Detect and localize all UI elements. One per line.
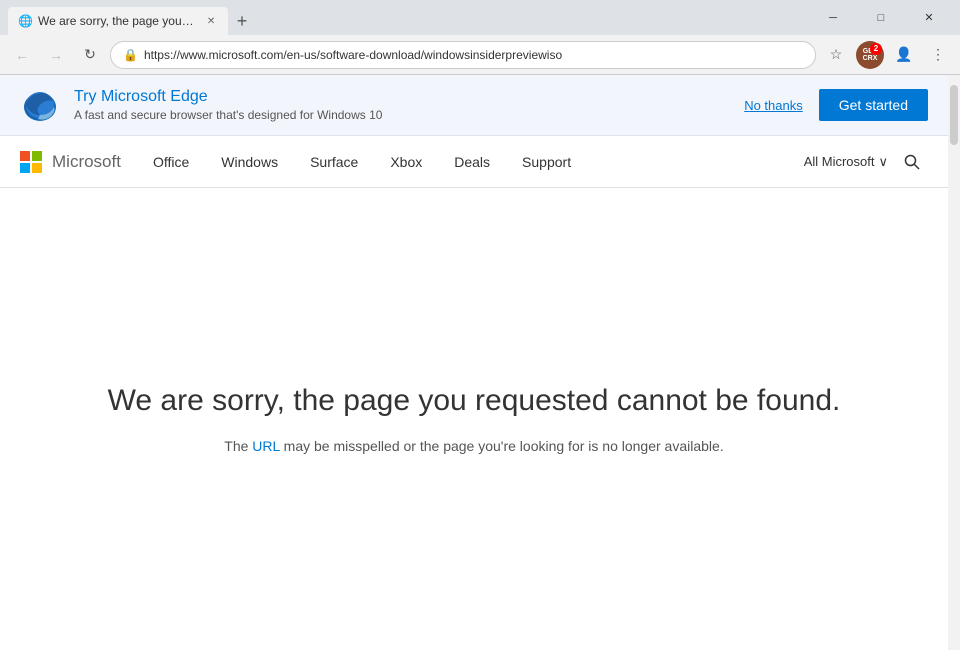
active-tab[interactable]: 🌐 We are sorry, the page you requ... ✕	[8, 7, 228, 35]
refresh-button[interactable]: ↻	[76, 41, 104, 69]
edge-promo-banner: Try Microsoft Edge A fast and secure bro…	[0, 75, 948, 136]
lock-icon: 🔒	[123, 48, 138, 62]
close-button[interactable]: ✕	[906, 0, 952, 35]
error-subtext-suffix: may be misspelled or the page you're loo…	[280, 438, 724, 454]
scrollbar-thumb[interactable]	[950, 85, 958, 145]
chevron-down-icon: ∨	[878, 154, 888, 170]
ms-logo-grid	[20, 151, 42, 173]
back-button[interactable]: ←	[8, 41, 36, 69]
new-tab-button[interactable]: +	[228, 7, 256, 35]
microsoft-logo-text: Microsoft	[52, 152, 121, 172]
tab-close-button[interactable]: ✕	[204, 13, 218, 29]
maximize-button[interactable]: □	[858, 0, 904, 35]
address-bar: ← → ↻ 🔒 https://www.microsoft.com/en-us/…	[0, 35, 960, 75]
logo-green	[32, 151, 42, 161]
all-microsoft-button[interactable]: All Microsoft ∨	[804, 154, 888, 170]
logo-red	[20, 151, 30, 161]
nav-item-deals[interactable]: Deals	[438, 136, 506, 188]
search-button[interactable]	[896, 146, 928, 178]
url-bar[interactable]: 🔒 https://www.microsoft.com/en-us/softwa…	[110, 41, 816, 69]
microsoft-nav: Microsoft Office Windows Surface Xbox De…	[0, 136, 948, 188]
scrollbar-track[interactable]	[948, 75, 960, 650]
nav-item-windows[interactable]: Windows	[205, 136, 294, 188]
tab-favicon: 🌐	[18, 14, 32, 28]
error-heading: We are sorry, the page you requested can…	[108, 384, 841, 418]
error-url-word: URL	[252, 438, 280, 454]
microsoft-logo[interactable]: Microsoft	[20, 151, 121, 173]
browser-window: 🌐 We are sorry, the page you requ... ✕ +…	[0, 0, 960, 650]
forward-button[interactable]: →	[42, 41, 70, 69]
menu-button[interactable]: ⋮	[924, 41, 952, 69]
extension-count: 2	[870, 43, 882, 55]
nav-item-support[interactable]: Support	[506, 136, 587, 188]
nav-item-office[interactable]: Office	[137, 136, 205, 188]
ms-nav-right: All Microsoft ∨	[804, 146, 928, 178]
search-icon	[904, 154, 920, 170]
window-controls: ─ □ ✕	[810, 0, 952, 35]
logo-yellow	[32, 163, 42, 173]
error-content: We are sorry, the page you requested can…	[0, 188, 948, 650]
all-ms-text: All Microsoft	[804, 154, 875, 169]
edge-promo-subtitle: A fast and secure browser that's designe…	[74, 108, 730, 122]
error-subtext-prefix: The	[224, 438, 252, 454]
edge-logo-icon	[20, 85, 60, 125]
url-text: https://www.microsoft.com/en-us/software…	[144, 48, 803, 62]
tab-title: We are sorry, the page you requ...	[38, 14, 194, 28]
get-started-button[interactable]: Get started	[819, 89, 928, 121]
extension-button[interactable]: GET CRX 2	[856, 41, 884, 69]
edge-promo-text: Try Microsoft Edge A fast and secure bro…	[74, 88, 730, 122]
nav-item-xbox[interactable]: Xbox	[374, 136, 438, 188]
bookmark-button[interactable]: ☆	[822, 41, 850, 69]
no-thanks-button[interactable]: No thanks	[744, 98, 803, 113]
title-bar: 🌐 We are sorry, the page you requ... ✕ +…	[0, 0, 960, 35]
error-subtext: The URL may be misspelled or the page yo…	[224, 438, 723, 454]
tab-area: 🌐 We are sorry, the page you requ... ✕ +	[8, 0, 806, 35]
nav-item-surface[interactable]: Surface	[294, 136, 374, 188]
page-content: Try Microsoft Edge A fast and secure bro…	[0, 75, 960, 650]
profile-button[interactable]: 👤	[890, 41, 918, 69]
banner-actions: No thanks Get started	[744, 89, 928, 121]
minimize-button[interactable]: ─	[810, 0, 856, 35]
ms-nav-items: Office Windows Surface Xbox Deals Suppor…	[137, 136, 804, 188]
logo-blue	[20, 163, 30, 173]
edge-promo-title: Try Microsoft Edge	[74, 88, 730, 106]
main-area: Try Microsoft Edge A fast and secure bro…	[0, 75, 948, 650]
